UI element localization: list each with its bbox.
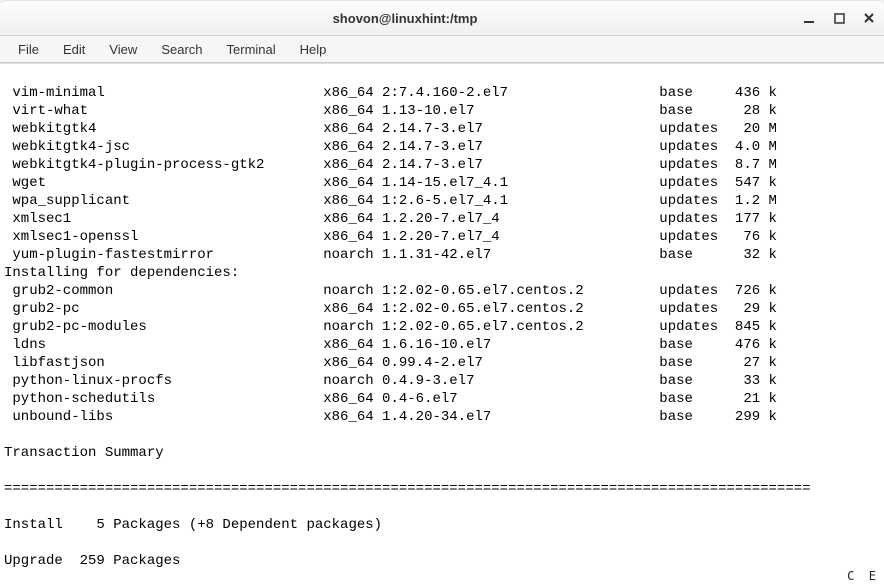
package-row: webkitgtk4 x86_64 2.14.7-3.el7 updates 2… [4,120,880,138]
dependency-row: grub2-common noarch 1:2.02-0.65.el7.cent… [4,282,880,300]
dependency-row: grub2-pc x86_64 1:2.02-0.65.el7.centos.2… [4,300,880,318]
package-row: webkitgtk4-jsc x86_64 2.14.7-3.el7 updat… [4,138,880,156]
dependency-row: grub2-pc-modules noarch 1:2.02-0.65.el7.… [4,318,880,336]
menubar: File Edit View Search Terminal Help [0,36,884,64]
menu-search[interactable]: Search [151,38,212,61]
menu-edit[interactable]: Edit [53,38,95,61]
deps-header: Installing for dependencies: [4,264,880,282]
package-row: wget x86_64 1.14-15.el7_4.1 updates 547 … [4,174,880,192]
dependency-row: ldns x86_64 1.6.16-10.el7 base 476 k [4,336,880,354]
statusbar-text: C E [847,567,876,585]
package-list: vim-minimal x86_64 2:7.4.160-2.el7 base … [4,84,880,264]
summary-divider: ========================================… [4,480,880,498]
package-row: wpa_supplicant x86_64 1:2.6-5.el7_4.1 up… [4,192,880,210]
package-row: webkitgtk4-plugin-process-gtk2 x86_64 2.… [4,156,880,174]
package-row: xmlsec1 x86_64 1.2.20-7.el7_4 updates 17… [4,210,880,228]
window-title: shovon@linuxhint:/tmp [8,11,802,26]
close-icon[interactable] [862,11,876,25]
dependency-row: python-schedutils x86_64 0.4-6.el7 base … [4,390,880,408]
maximize-icon[interactable] [832,11,846,25]
minimize-icon[interactable] [802,11,816,25]
menu-help[interactable]: Help [290,38,337,61]
package-row: virt-what x86_64 1.13-10.el7 base 28 k [4,102,880,120]
window-titlebar: shovon@linuxhint:/tmp [0,0,884,36]
menu-terminal[interactable]: Terminal [217,38,286,61]
terminal-output[interactable]: vim-minimal x86_64 2:7.4.160-2.el7 base … [0,64,884,587]
package-row: yum-plugin-fastestmirror noarch 1.1.31-4… [4,246,880,264]
package-row: xmlsec1-openssl x86_64 1.2.20-7.el7_4 up… [4,228,880,246]
menu-view[interactable]: View [99,38,147,61]
dependency-row: libfastjson x86_64 0.99.4-2.el7 base 27 … [4,354,880,372]
summary-header: Transaction Summary [4,444,880,462]
dependency-row: python-linux-procfs noarch 0.4.9-3.el7 b… [4,372,880,390]
dependency-list: grub2-common noarch 1:2.02-0.65.el7.cent… [4,282,880,426]
window-controls [802,11,876,25]
dependency-row: unbound-libs x86_64 1.4.20-34.el7 base 2… [4,408,880,426]
menu-file[interactable]: File [8,38,49,61]
summary-install: Install 5 Packages (+8 Dependent package… [4,516,880,534]
summary-upgrade: Upgrade 259 Packages [4,552,880,570]
package-row: vim-minimal x86_64 2:7.4.160-2.el7 base … [4,84,880,102]
